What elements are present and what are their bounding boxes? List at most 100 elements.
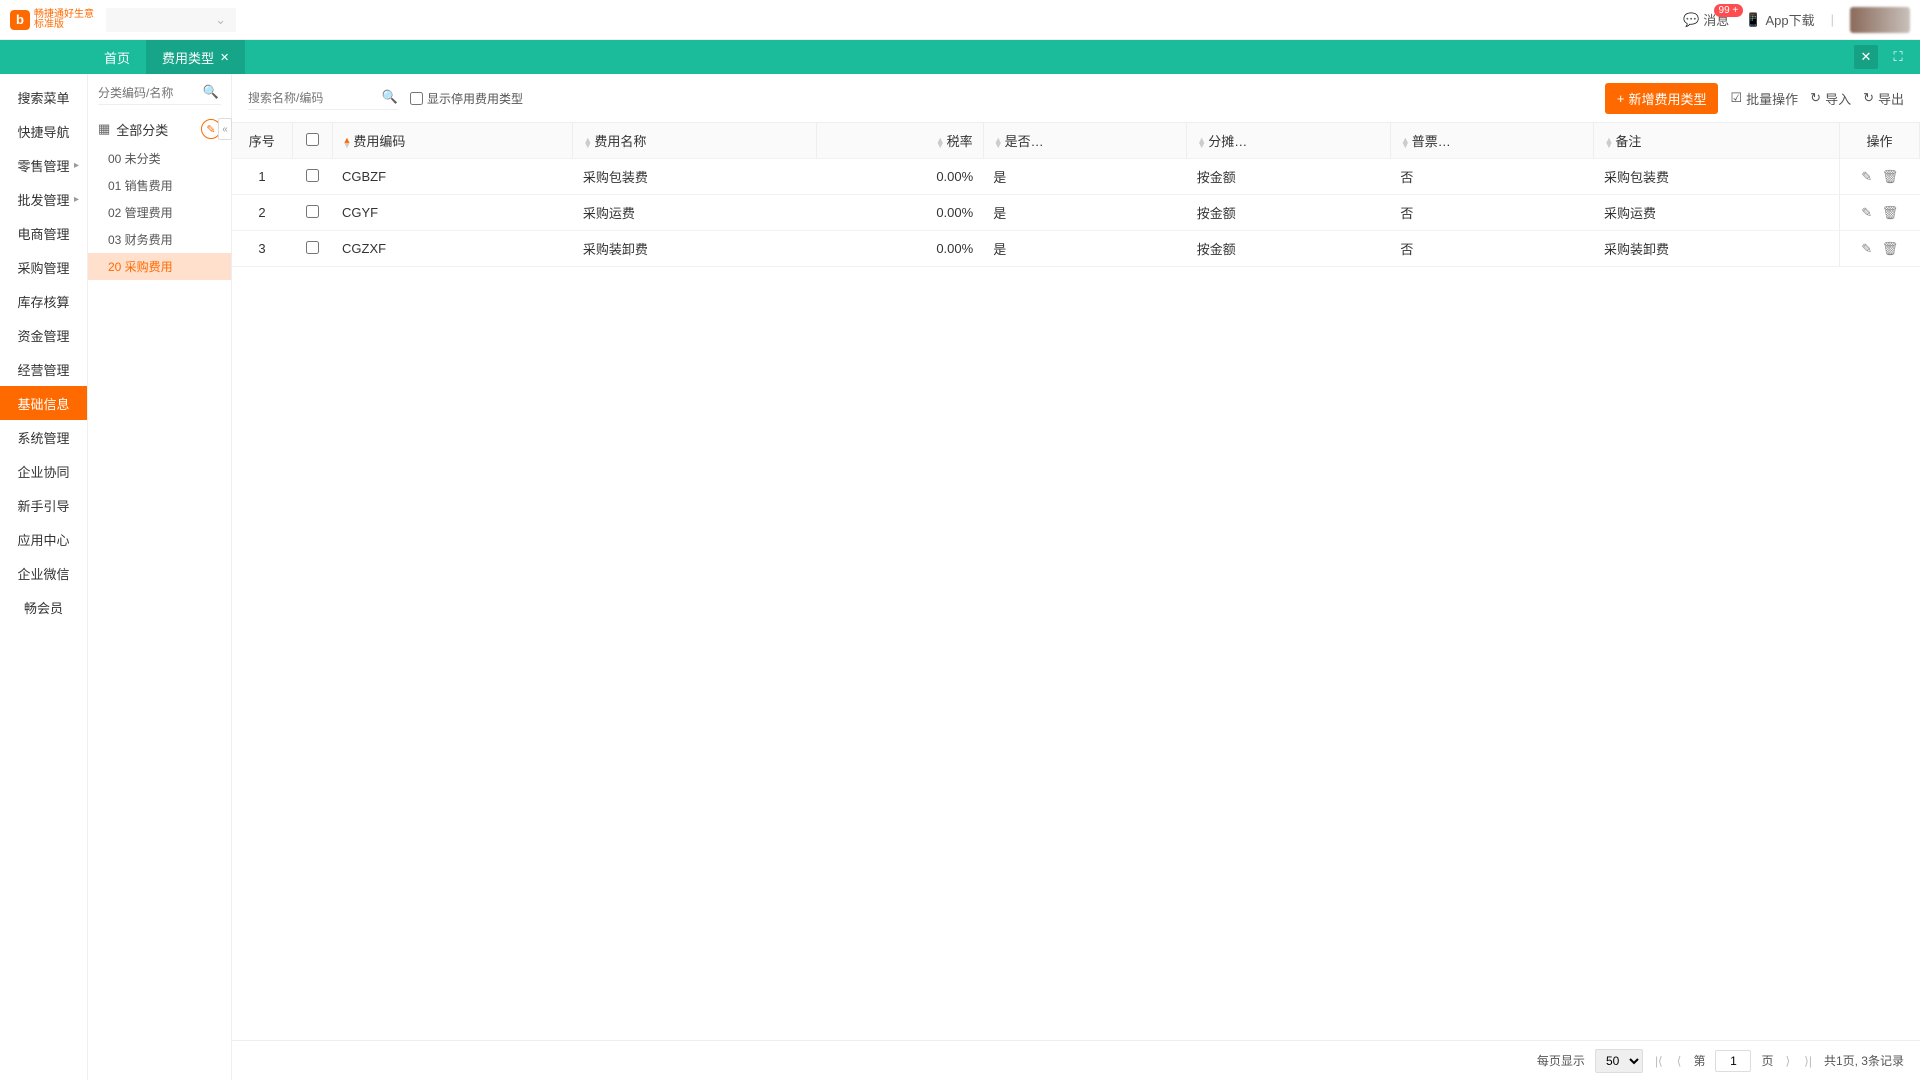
edit-icon[interactable]: ✎: [1861, 205, 1872, 220]
cell-op: ✎ 🗑: [1840, 195, 1920, 231]
nav-item-9[interactable]: 基础信息: [0, 386, 87, 420]
import-label: 导入: [1825, 89, 1851, 108]
nav-item-5[interactable]: 采购管理: [0, 250, 87, 284]
nav-item-8[interactable]: 经营管理: [0, 352, 87, 386]
col-checkbox[interactable]: [292, 123, 332, 159]
delete-icon[interactable]: 🗑: [1882, 169, 1899, 184]
export-button[interactable]: ↻ 导出: [1863, 89, 1904, 108]
category-item-2[interactable]: 02 管理费用: [88, 199, 231, 226]
nav-label: 应用中心: [17, 530, 69, 549]
last-page-button[interactable]: ⟩|: [1802, 1054, 1814, 1068]
cell-name: 采购装卸费: [573, 231, 817, 267]
top-header: b 畅捷通好生意 标准版 ⌄ 💬 消息 99 + 📱 App下载 |: [0, 0, 1920, 40]
collapse-panel-button[interactable]: «: [218, 118, 232, 140]
page-input[interactable]: [1715, 1050, 1751, 1072]
cell-op: ✎ 🗑: [1840, 159, 1920, 195]
nav-item-10[interactable]: 系统管理: [0, 420, 87, 454]
add-label: 新增费用类型: [1628, 89, 1706, 108]
cell-rate: 0.00%: [817, 195, 983, 231]
cell-seq: 3: [232, 231, 292, 267]
cell-alloc: 按金额: [1187, 231, 1391, 267]
avatar[interactable]: [1850, 7, 1910, 33]
col-remark[interactable]: ▲▼备注: [1594, 123, 1840, 159]
nav-item-3[interactable]: 批发管理▸: [0, 182, 87, 216]
category-item-1[interactable]: 01 销售费用: [88, 172, 231, 199]
col-ticket[interactable]: ▲▼普票…: [1390, 123, 1594, 159]
logo: b 畅捷通好生意 标准版: [10, 10, 98, 30]
search-icon[interactable]: 🔍: [203, 84, 219, 100]
close-icon[interactable]: ✕: [220, 51, 229, 64]
nav-item-2[interactable]: 零售管理▸: [0, 148, 87, 182]
import-button[interactable]: ↻ 导入: [1810, 89, 1851, 108]
tab-1[interactable]: 费用类型 ✕: [146, 40, 245, 74]
per-page-select[interactable]: 50: [1595, 1049, 1643, 1073]
nav-item-15[interactable]: 畅会员: [0, 590, 87, 624]
cell-remark: 采购包装费: [1594, 159, 1840, 195]
per-page-label: 每页显示: [1537, 1052, 1585, 1069]
nav-item-12[interactable]: 新手引导: [0, 488, 87, 522]
col-rate[interactable]: ▲▼税率: [817, 123, 983, 159]
cell-checkbox: [292, 159, 332, 195]
category-all-label: 全部分类: [116, 120, 168, 139]
tab-bar: 首页费用类型 ✕ ✕ ⛶: [0, 40, 1920, 74]
col-op: 操作: [1840, 123, 1920, 159]
col-name[interactable]: ▲▼费用名称: [573, 123, 817, 159]
app-download-link[interactable]: 📱 App下载: [1745, 10, 1814, 29]
close-all-tabs-button[interactable]: ✕: [1854, 45, 1878, 69]
fullscreen-button[interactable]: ⛶: [1886, 45, 1910, 69]
pagination: 每页显示 50 |⟨ ⟨ 第 页 ⟩ ⟩| 共1页, 3条记录: [232, 1040, 1920, 1080]
category-all[interactable]: ▦ 全部分类 ✎: [88, 113, 231, 145]
nav-item-0[interactable]: 搜索菜单: [0, 80, 87, 114]
nav-label: 采购管理: [17, 258, 69, 277]
col-code[interactable]: ▲▼费用编码: [332, 123, 573, 159]
page-label-post: 页: [1761, 1052, 1773, 1069]
divider: |: [1831, 12, 1834, 27]
chevron-down-icon: ⌄: [215, 12, 226, 28]
messages-link[interactable]: 💬 消息 99 +: [1683, 10, 1729, 29]
edit-icon[interactable]: ✎: [1861, 169, 1872, 184]
nav-label: 企业协同: [17, 462, 69, 481]
search-input[interactable]: [248, 87, 398, 110]
col-seq[interactable]: 序号: [232, 123, 292, 159]
row-checkbox[interactable]: [306, 169, 319, 182]
batch-label: 批量操作: [1746, 89, 1798, 108]
edit-icon[interactable]: ✎: [1861, 241, 1872, 256]
logo-icon: b: [10, 10, 30, 30]
first-page-button[interactable]: |⟨: [1653, 1054, 1665, 1068]
row-checkbox[interactable]: [306, 241, 319, 254]
delete-icon[interactable]: 🗑: [1882, 205, 1899, 220]
search-icon[interactable]: 🔍: [382, 89, 398, 105]
nav-item-11[interactable]: 企业协同: [0, 454, 87, 488]
page-summary: 共1页, 3条记录: [1824, 1052, 1904, 1069]
row-checkbox[interactable]: [306, 205, 319, 218]
nav-item-13[interactable]: 应用中心: [0, 522, 87, 556]
table-row: 3 CGZXF 采购装卸费 0.00% 是 按金额 否 采购装卸费 ✎ 🗑: [232, 231, 1920, 267]
col-alloc[interactable]: ▲▼分摊…: [1187, 123, 1391, 159]
nav-item-14[interactable]: 企业微信: [0, 556, 87, 590]
select-all-checkbox[interactable]: [306, 133, 319, 146]
nav-label: 资金管理: [17, 326, 69, 345]
company-selector[interactable]: ⌄: [106, 8, 236, 32]
nav-item-7[interactable]: 资金管理: [0, 318, 87, 352]
cell-seq: 2: [232, 195, 292, 231]
nav-item-6[interactable]: 库存核算: [0, 284, 87, 318]
add-button[interactable]: + 新增费用类型: [1605, 83, 1719, 114]
prev-page-button[interactable]: ⟨: [1675, 1054, 1684, 1068]
delete-icon[interactable]: 🗑: [1882, 241, 1899, 256]
nav-item-4[interactable]: 电商管理: [0, 216, 87, 250]
cell-ticket: 否: [1390, 159, 1594, 195]
category-item-3[interactable]: 03 财务费用: [88, 226, 231, 253]
show-disabled-input[interactable]: [410, 92, 423, 105]
show-disabled-checkbox[interactable]: 显示停用费用类型: [410, 90, 523, 107]
table-row: 2 CGYF 采购运费 0.00% 是 按金额 否 采购运费 ✎ 🗑: [232, 195, 1920, 231]
batch-button[interactable]: ☑ 批量操作: [1730, 89, 1798, 108]
tab-0[interactable]: 首页: [88, 40, 146, 74]
category-item-0[interactable]: 00 未分类: [88, 145, 231, 172]
nav-item-1[interactable]: 快捷导航: [0, 114, 87, 148]
tab-label: 费用类型: [162, 48, 214, 67]
next-page-button[interactable]: ⟩: [1783, 1054, 1792, 1068]
cell-alloc: 按金额: [1187, 195, 1391, 231]
col-isflag[interactable]: ▲▼是否…: [983, 123, 1187, 159]
toolbar: 🔍 显示停用费用类型 + 新增费用类型 ☑ 批量操作 ↻ 导入: [232, 74, 1920, 122]
category-item-4[interactable]: 20 采购费用: [88, 253, 231, 280]
